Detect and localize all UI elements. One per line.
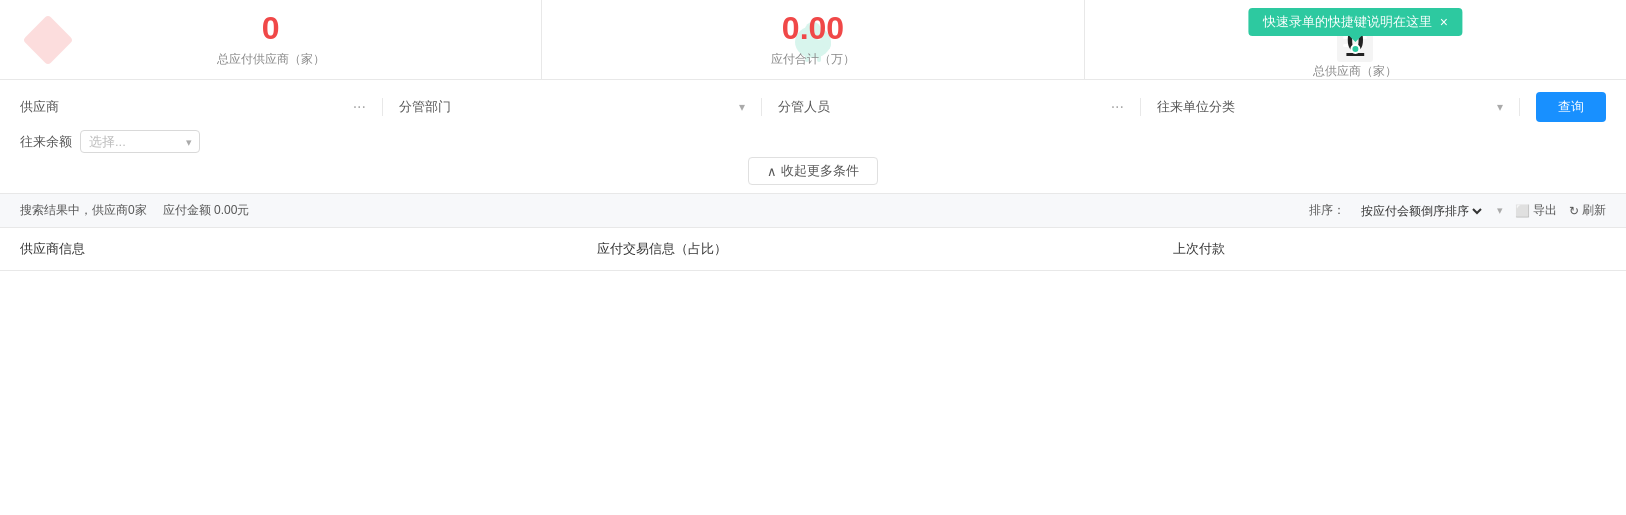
collapse-button[interactable]: ∧ 收起更多条件: [748, 157, 878, 185]
refresh-icon: ↻: [1569, 204, 1579, 218]
manager-input[interactable]: [838, 100, 1107, 115]
manager-label: 分管人员: [778, 98, 830, 116]
filter-supplier: 供应商 ···: [20, 98, 383, 116]
payable-total-label: 应付合计（万）: [771, 51, 855, 68]
export-icon: ⬜: [1515, 204, 1530, 218]
summary-item-payable-total: 0.00 应付合计（万）: [542, 0, 1084, 79]
table-header: 供应商信息 应付交易信息（占比） 上次付款: [0, 228, 1626, 271]
search-button[interactable]: 查询: [1536, 92, 1606, 122]
result-actions: 排序： 按应付会额倒序排序 ▾ ⬜ 导出 ↻ 刷新: [1309, 202, 1606, 219]
filter-manager: 分管人员 ···: [762, 98, 1141, 116]
export-button[interactable]: ⬜ 导出: [1515, 202, 1557, 219]
filter-row-2: 往来余额 选择... ▾: [20, 130, 1606, 153]
diamond-logo-icon: 采: [20, 12, 76, 68]
sort-select[interactable]: 按应付会额倒序排序: [1357, 203, 1485, 219]
unit-category-input[interactable]: [1243, 100, 1493, 115]
shortcut-tooltip: 快速录单的快捷键说明在这里 ×: [1249, 8, 1462, 36]
result-bar: 搜索结果中，供应商0家 应付金额 0.00元 排序： 按应付会额倒序排序 ▾ ⬜…: [0, 194, 1626, 228]
collapse-icon: ∧: [767, 164, 777, 179]
department-input[interactable]: [459, 100, 735, 115]
filter-bar: 供应商 ··· 分管部门 ▾ 分管人员 ··· 往来单位分类 ▾ 查询 往来余额: [0, 80, 1626, 194]
total-payable-label: 总应付供应商（家）: [217, 51, 325, 68]
tooltip-text: 快速录单的快捷键说明在这里: [1263, 13, 1432, 31]
summary-item-total-suppliers: 快速录单的快捷键说明在这里 × 0 总供应商（家）: [1085, 0, 1626, 79]
supplier-count: 搜索结果中，供应商0家: [20, 202, 147, 219]
export-label: 导出: [1533, 202, 1557, 219]
filter-unit-category: 往来单位分类 ▾: [1141, 98, 1520, 116]
svg-text:采: 采: [41, 32, 56, 48]
collapse-label: 收起更多条件: [781, 162, 859, 180]
unit-category-label: 往来单位分类: [1157, 98, 1235, 116]
manager-dots[interactable]: ···: [1111, 98, 1124, 116]
refresh-button[interactable]: ↻ 刷新: [1569, 202, 1606, 219]
summary-item-total-payable: 采 0 总应付供应商（家）: [0, 0, 542, 79]
unit-category-arrow[interactable]: ▾: [1497, 100, 1503, 114]
payable-amount: 应付金额 0.00元: [163, 202, 250, 219]
total-payable-value: 0: [262, 11, 280, 46]
refresh-label: 刷新: [1582, 202, 1606, 219]
col-header-lastpay: 上次付款: [1173, 240, 1606, 258]
summary-bar: 采 0 总应付供应商（家） 0.00 应付合计（万） 快速录单的快捷键说明在这里…: [0, 0, 1626, 80]
table-content: [0, 271, 1626, 515]
tooltip-close-btn[interactable]: ×: [1440, 15, 1448, 29]
result-info: 搜索结果中，供应商0家 应付金额 0.00元: [20, 202, 249, 219]
supplier-dots[interactable]: ···: [353, 98, 366, 116]
filter-balance: 往来余额 选择... ▾: [20, 130, 216, 153]
tooltip-dot: [1350, 44, 1360, 54]
col-header-supplier: 供应商信息: [20, 240, 597, 258]
sort-label: 排序：: [1309, 202, 1345, 219]
payable-total-value: 0.00: [782, 11, 844, 46]
balance-select[interactable]: 选择...: [80, 130, 200, 153]
sort-arrow: ▾: [1497, 204, 1503, 217]
col-header-transaction: 应付交易信息（占比）: [597, 240, 1174, 258]
supplier-input[interactable]: [67, 100, 349, 115]
department-arrow[interactable]: ▾: [739, 100, 745, 114]
filter-row-1: 供应商 ··· 分管部门 ▾ 分管人员 ··· 往来单位分类 ▾ 查询: [20, 92, 1606, 122]
balance-select-wrapper: 选择... ▾: [80, 130, 200, 153]
balance-label: 往来余额: [20, 133, 72, 151]
supplier-label: 供应商: [20, 98, 59, 116]
department-label: 分管部门: [399, 98, 451, 116]
filter-department: 分管部门 ▾: [383, 98, 762, 116]
total-suppliers-label: 总供应商（家）: [1313, 63, 1397, 80]
